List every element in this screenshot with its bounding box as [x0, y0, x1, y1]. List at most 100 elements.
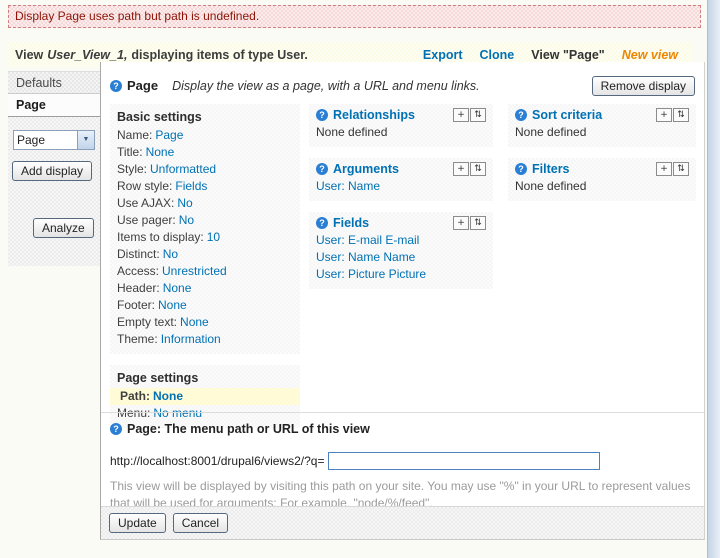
setting-value-link[interactable]: No — [179, 213, 194, 227]
setting-row-style: Style: Unformatted — [117, 162, 217, 176]
add-display-button[interactable]: Add display — [12, 161, 93, 181]
field-item-link[interactable]: User: E-mail E-mail — [316, 232, 486, 249]
path-form-heading-text: Page: The menu path or URL of this view — [127, 422, 370, 436]
setting-value-link[interactable]: None — [158, 298, 187, 312]
relationships-title-link[interactable]: Relationships — [333, 108, 415, 122]
filters-empty-text: None defined — [515, 179, 587, 193]
display-header: ? Page Display the view as a page, with … — [110, 78, 480, 93]
setting-row-empty-text: Empty text: None — [117, 315, 209, 329]
help-icon[interactable]: ? — [316, 163, 328, 175]
setting-row-path: Path: None — [110, 388, 300, 405]
setting-value-link[interactable]: No — [163, 247, 178, 261]
field-item-link[interactable]: User: Picture Picture — [316, 266, 486, 283]
sort-criteria-title-link[interactable]: Sort criteria — [532, 108, 602, 122]
display-type-select-value: Page — [17, 133, 46, 147]
path-input[interactable] — [328, 452, 601, 470]
relationships-box: ? Relationships + ⇅ None defined — [309, 104, 493, 147]
sort-criteria-empty-text: None defined — [515, 125, 587, 139]
setting-row-header: Header: None — [117, 281, 192, 295]
setting-value-link[interactable]: Information — [161, 332, 221, 346]
setting-row-footer: Footer: None — [117, 298, 187, 312]
setting-row-menu: Menu: No menu — [117, 406, 203, 420]
view-summary-text: View User_View_1, displaying items of ty… — [15, 48, 308, 62]
filters-title-link[interactable]: Filters — [532, 162, 570, 176]
tab-defaults[interactable]: Defaults — [8, 71, 100, 94]
cancel-button[interactable]: Cancel — [172, 513, 229, 533]
path-input-row: http://localhost:8001/drupal6/views2/?q= — [110, 452, 694, 470]
setting-row-name: Name: Page — [117, 128, 184, 142]
url-prefix-label: http://localhost:8001/drupal6/views2/?q= — [110, 454, 325, 468]
sidebar-panel: Page ▼ Add display Analyze — [8, 117, 100, 266]
arguments-title-link[interactable]: Arguments — [333, 162, 399, 176]
update-button[interactable]: Update — [109, 513, 166, 533]
setting-row-items-to-display: Items to display: 10 — [117, 230, 221, 244]
help-icon[interactable]: ? — [316, 109, 328, 121]
help-icon[interactable]: ? — [110, 79, 122, 92]
filters-box: ? Filters + ⇅ None defined — [508, 158, 696, 201]
setting-value-link[interactable]: None — [153, 389, 183, 403]
add-icon[interactable]: + — [656, 108, 672, 122]
setting-value-link[interactable]: 10 — [207, 230, 220, 244]
rearrange-icon[interactable]: ⇅ — [470, 216, 486, 230]
display-settings-panel: ? Page Display the view as a page, with … — [100, 62, 705, 540]
rearrange-icon[interactable]: ⇅ — [470, 162, 486, 176]
setting-value-link[interactable]: None — [180, 315, 209, 329]
export-link[interactable]: Export — [423, 48, 463, 62]
basic-settings-column: Basic settings Name: Page Title: None Styl… — [110, 104, 300, 439]
add-icon[interactable]: + — [453, 216, 469, 230]
view-summary-suffix: displaying items of type User. — [131, 47, 308, 62]
help-icon[interactable]: ? — [316, 217, 328, 229]
setting-row-distinct: Distinct: No — [117, 247, 179, 261]
view-name: User_View_1, — [47, 47, 128, 62]
add-icon[interactable]: + — [453, 162, 469, 176]
setting-row-title: Title: None — [117, 145, 175, 159]
setting-value-link[interactable]: Unformatted — [150, 162, 216, 176]
fields-title-link[interactable]: Fields — [333, 216, 369, 230]
rearrange-icon[interactable]: ⇅ — [673, 108, 689, 122]
settings-columns: Basic settings Name: Page Title: None Styl… — [110, 104, 696, 439]
field-item-link[interactable]: User: Name Name — [316, 249, 486, 266]
setting-row-theme: Theme: Information — [117, 332, 221, 346]
display-type-select[interactable]: Page ▼ — [13, 130, 95, 150]
chevron-down-icon[interactable]: ▼ — [77, 131, 94, 149]
help-icon[interactable]: ? — [515, 163, 527, 175]
setting-value-link[interactable]: None — [163, 281, 192, 295]
basic-settings-title: Basic settings — [117, 110, 202, 124]
display-sidebar: Defaults Page Page ▼ Add display Analyze — [8, 71, 100, 266]
setting-value-link[interactable]: Fields — [175, 179, 207, 193]
setting-row-row-style: Row style: Fields — [117, 179, 208, 193]
setting-value-link[interactable]: No menu — [153, 406, 202, 420]
browser-scrollbar[interactable] — [707, 0, 720, 558]
path-form: ? Page: The menu path or URL of this vie… — [110, 422, 694, 512]
setting-value-link[interactable]: Unrestricted — [162, 264, 227, 278]
help-icon[interactable]: ? — [110, 423, 122, 435]
page-settings-title: Page settings — [117, 371, 199, 385]
arguments-box: ? Arguments + ⇅ User: Name — [309, 158, 493, 201]
setting-value-link[interactable]: Page — [155, 128, 183, 142]
setting-value-link[interactable]: No — [177, 196, 192, 210]
view-actions: Export Clone View "Page" New view — [423, 48, 678, 62]
rearrange-icon[interactable]: ⇅ — [673, 162, 689, 176]
clone-link[interactable]: Clone — [480, 48, 515, 62]
add-icon[interactable]: + — [453, 108, 469, 122]
error-message: Display Page uses path but path is undef… — [8, 5, 701, 28]
remove-display-button[interactable]: Remove display — [591, 76, 695, 96]
argument-item-link[interactable]: User: Name — [316, 178, 486, 195]
setting-value-link[interactable]: None — [146, 145, 175, 159]
rearrange-icon[interactable]: ⇅ — [470, 108, 486, 122]
path-form-heading: ? Page: The menu path or URL of this vie… — [110, 422, 694, 436]
page-settings-box: Page settings Path: None Menu: No menu — [110, 365, 300, 428]
tab-page[interactable]: Page — [8, 94, 100, 117]
new-view-link[interactable]: New view — [622, 48, 678, 62]
relationships-empty-text: None defined — [316, 125, 388, 139]
add-icon[interactable]: + — [656, 162, 672, 176]
right-column: ? Sort criteria + ⇅ None defined ? Filte… — [508, 104, 696, 439]
setting-row-access: Access: Unrestricted — [117, 264, 227, 278]
setting-row-use-ajax: Use AJAX: No — [117, 196, 193, 210]
analyze-button[interactable]: Analyze — [33, 218, 94, 238]
view-page-link[interactable]: View "Page" — [531, 48, 604, 62]
form-actions-bar: Update Cancel — [101, 506, 704, 539]
sort-criteria-box: ? Sort criteria + ⇅ None defined — [508, 104, 696, 147]
form-separator — [101, 412, 704, 413]
help-icon[interactable]: ? — [515, 109, 527, 121]
